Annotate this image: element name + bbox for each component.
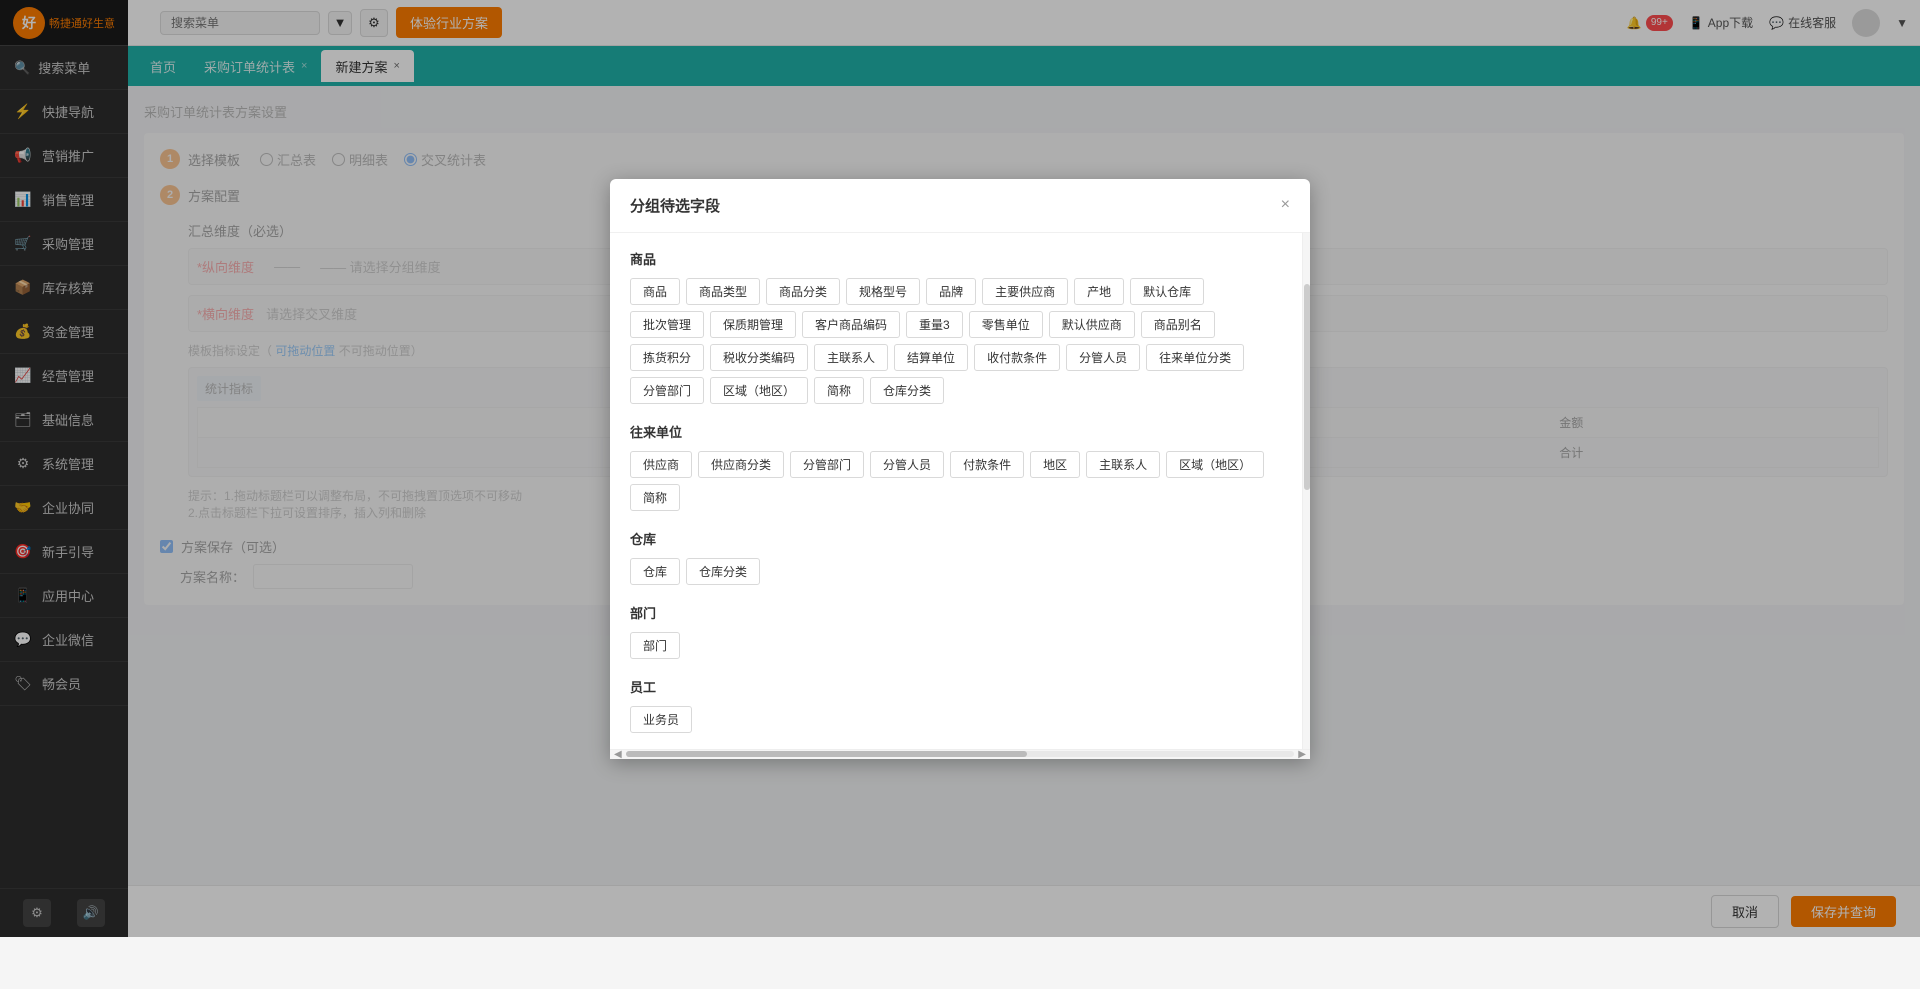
field-tag-规格型号[interactable]: 规格型号 [846,278,920,305]
field-tag-部门[interactable]: 部门 [630,632,680,659]
field-tag-往来单位分类[interactable]: 往来单位分类 [1146,344,1244,371]
field-tag-批次管理[interactable]: 批次管理 [630,311,704,338]
field-section-title-goods: 商品 [630,249,1282,268]
field-tag-分管部门[interactable]: 分管部门 [630,377,704,404]
field-tag-默认仓库[interactable]: 默认仓库 [1130,278,1204,305]
field-tag-商品别名[interactable]: 商品别名 [1141,311,1215,338]
field-tag-客户商品编码[interactable]: 客户商品编码 [802,311,900,338]
modal-scroll-bottom[interactable]: ◀ ▶ [610,749,1310,759]
field-tag-仓库[interactable]: 仓库 [630,558,680,585]
field-tag-品牌[interactable]: 品牌 [926,278,976,305]
field-section-title-employee: 员工 [630,677,1282,696]
field-tag-商品类型[interactable]: 商品类型 [686,278,760,305]
field-tag-仓库分类[interactable]: 仓库分类 [686,558,760,585]
field-tag-付款条件[interactable]: 付款条件 [950,451,1024,478]
field-section-department: 部门部门 [630,603,1282,659]
field-tag-简称[interactable]: 简称 [814,377,864,404]
field-tag-简称[interactable]: 简称 [630,484,680,511]
field-tag-保质期管理[interactable]: 保质期管理 [710,311,796,338]
horizontal-scroll-track[interactable] [626,751,1295,757]
field-tag-拣货积分[interactable]: 拣货积分 [630,344,704,371]
field-section-title-department: 部门 [630,603,1282,622]
scroll-thumb-vertical [1304,284,1310,490]
field-tags-partner: 供应商供应商分类分管部门分管人员付款条件地区主联系人区域（地区） 简称 [630,451,1282,511]
modal-dialog: 分组待选字段 × 商品商品商品类型商品分类规格型号品牌主要供应商产地默认仓库批次… [610,179,1310,759]
field-section-title-partner: 往来单位 [630,422,1282,441]
field-tag-零售单位[interactable]: 零售单位 [969,311,1043,338]
field-tag-供应商分类[interactable]: 供应商分类 [698,451,784,478]
field-tag-主要供应商[interactable]: 主要供应商 [982,278,1068,305]
field-tags-goods: 商品商品类型商品分类规格型号品牌主要供应商产地默认仓库批次管理保质期管理客户商品… [630,278,1282,404]
field-tag-主联系人[interactable]: 主联系人 [1086,451,1160,478]
field-tag-商品分类[interactable]: 商品分类 [766,278,840,305]
field-tag-仓库分类[interactable]: 仓库分类 [870,377,944,404]
field-section-warehouse: 仓库仓库仓库分类 [630,529,1282,585]
field-tag-主联系人[interactable]: 主联系人 [814,344,888,371]
modal-close-btn[interactable]: × [1281,197,1290,213]
modal-body[interactable]: 商品商品商品类型商品分类规格型号品牌主要供应商产地默认仓库批次管理保质期管理客户… [610,233,1302,749]
field-tag-区域（地区）[interactable]: 区域（地区） [710,377,808,404]
modal-inner: 商品商品商品类型商品分类规格型号品牌主要供应商产地默认仓库批次管理保质期管理客户… [610,233,1310,749]
field-tag-分管人员[interactable]: 分管人员 [1066,344,1140,371]
field-tag-默认供应商[interactable]: 默认供应商 [1049,311,1135,338]
field-tag-收付款条件[interactable]: 收付款条件 [974,344,1060,371]
field-tags-warehouse: 仓库仓库分类 [630,558,1282,585]
field-tag-地区[interactable]: 地区 [1030,451,1080,478]
modal-scroll-right[interactable] [1302,233,1310,749]
field-section-goods: 商品商品商品类型商品分类规格型号品牌主要供应商产地默认仓库批次管理保质期管理客户… [630,249,1282,404]
field-tags-department: 部门 [630,632,1282,659]
field-section-partner: 往来单位供应商供应商分类分管部门分管人员付款条件地区主联系人区域（地区） 简称 [630,422,1282,511]
field-tag-分管部门[interactable]: 分管部门 [790,451,864,478]
scroll-thumb-horizontal [626,751,1027,757]
field-tag-结算单位[interactable]: 结算单位 [894,344,968,371]
field-tags-employee: 业务员 [630,706,1282,733]
field-tag-分管人员[interactable]: 分管人员 [870,451,944,478]
field-tag-业务员[interactable]: 业务员 [630,706,692,733]
field-tag-区域（地区）[interactable]: 区域（地区） [1166,451,1264,478]
field-tag-供应商[interactable]: 供应商 [630,451,692,478]
field-tag-税收分类编码[interactable]: 税收分类编码 [710,344,808,371]
field-section-employee: 员工业务员 [630,677,1282,733]
field-tag-商品[interactable]: 商品 [630,278,680,305]
modal-title: 分组待选字段 [630,195,720,216]
field-tag-重量3[interactable]: 重量3 [906,311,963,338]
modal-header: 分组待选字段 × [610,179,1310,233]
field-tag-产地[interactable]: 产地 [1074,278,1124,305]
field-section-title-warehouse: 仓库 [630,529,1282,548]
